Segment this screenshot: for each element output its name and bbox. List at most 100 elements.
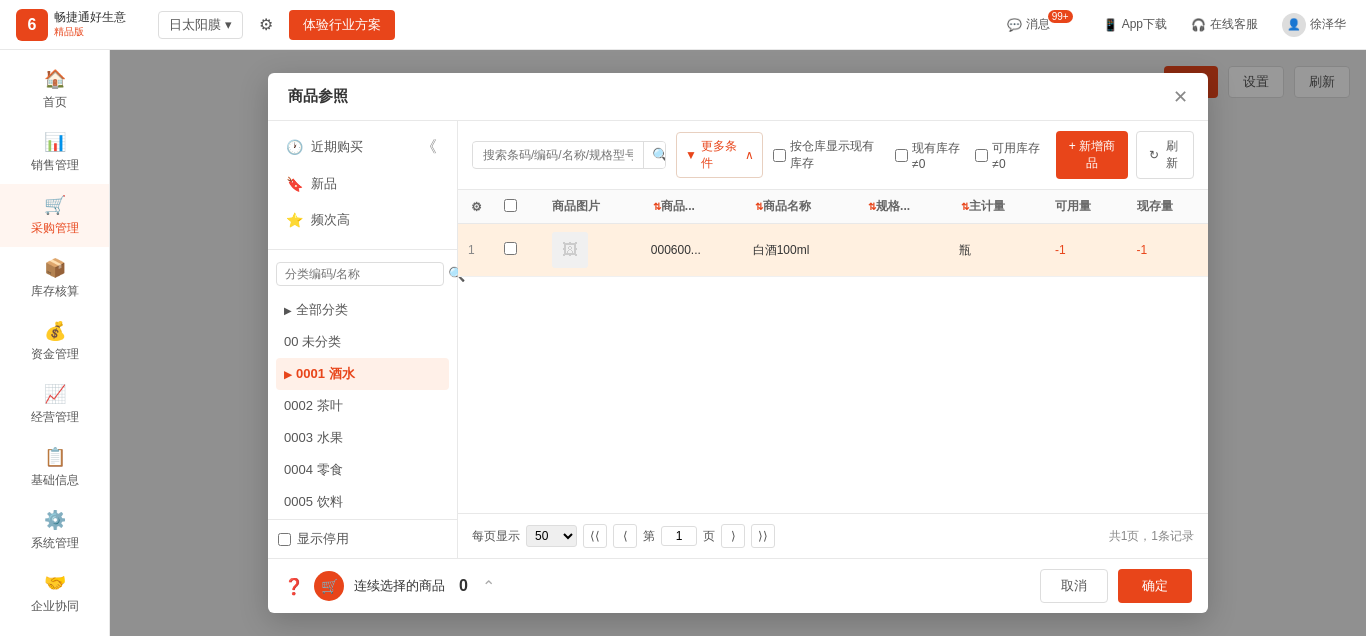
sidebar-item-sales[interactable]: 📊 销售管理 bbox=[0, 121, 109, 184]
help-icon[interactable]: ❓ bbox=[284, 577, 304, 596]
cell-unit: 瓶 bbox=[949, 224, 1045, 277]
select-all-checkbox[interactable] bbox=[504, 199, 517, 212]
nav-dropdown[interactable]: 日太阳膜 ▾ bbox=[158, 11, 243, 39]
modal-tab-recent[interactable]: 🕐 近期购买 《 bbox=[276, 129, 449, 165]
modal-left-panel: 🕐 近期购买 《 🔖 新品 ⭐ 频次高 bbox=[268, 121, 458, 558]
headset-icon: 🎧 bbox=[1191, 18, 1206, 32]
add-product-btn[interactable]: + 新增商品 bbox=[1056, 131, 1129, 179]
nav-right: 💬 消息 99+ 📱 App下载 🎧 在线客服 👤 徐泽华 bbox=[1003, 9, 1350, 41]
footer-collapse-btn[interactable]: ⌃ bbox=[482, 577, 495, 596]
app-download-btn[interactable]: 📱 App下载 bbox=[1099, 12, 1171, 37]
chevron-down-icon: ▾ bbox=[225, 17, 232, 32]
operations-icon: 📈 bbox=[44, 383, 66, 405]
show-disabled-label[interactable]: 显示停用 bbox=[297, 530, 349, 548]
sales-icon: 📊 bbox=[44, 131, 66, 153]
category-snack[interactable]: 0004 零食 bbox=[276, 454, 449, 486]
inventory-icon: 📦 bbox=[44, 257, 66, 279]
avatar: 👤 bbox=[1282, 13, 1306, 37]
logo-sub: 精品版 bbox=[54, 25, 126, 39]
modal-left-tabs: 🕐 近期购买 《 🔖 新品 ⭐ 频次高 bbox=[268, 121, 457, 245]
modal-left-search: 🔍 bbox=[268, 254, 457, 294]
modal-close-btn[interactable]: ✕ bbox=[1173, 88, 1188, 106]
current-stock-checkbox[interactable] bbox=[895, 149, 908, 162]
sidebar-item-finance[interactable]: 💰 资金管理 bbox=[0, 310, 109, 373]
sidebar-item-basic-info[interactable]: 📋 基础信息 bbox=[0, 436, 109, 499]
warehouse-filter[interactable]: 按仓库显示现有库存 bbox=[773, 138, 885, 172]
category-beverage[interactable]: 0005 饮料 bbox=[276, 486, 449, 518]
home-icon: 🏠 bbox=[44, 68, 66, 90]
phone-icon: 📱 bbox=[1103, 18, 1118, 32]
category-list: ▶ 全部分类 00 未分类 ▶ 0001 酒水 0002 茶 bbox=[268, 294, 457, 519]
user-profile-btn[interactable]: 👤 徐泽华 bbox=[1278, 9, 1350, 41]
available-stock-filter[interactable]: 可用库存≠0 bbox=[975, 140, 1045, 171]
category-liquor[interactable]: ▶ 0001 酒水 bbox=[276, 358, 449, 390]
sidebar-item-inventory[interactable]: 📦 库存核算 bbox=[0, 247, 109, 310]
message-btn[interactable]: 💬 消息 99+ bbox=[1003, 12, 1083, 37]
category-tea[interactable]: 0002 茶叶 bbox=[276, 390, 449, 422]
logo-icon: 6 bbox=[16, 9, 48, 41]
modal-toolbar: 🔍 ▼ 更多条件 ∧ 按仓库显示现有库存 bbox=[458, 121, 1208, 190]
cart-btn[interactable]: 🛒 bbox=[314, 571, 344, 601]
modal-right-panel: 🔍 ▼ 更多条件 ∧ 按仓库显示现有库存 bbox=[458, 121, 1208, 558]
refresh-btn[interactable]: ↻ 刷新 bbox=[1136, 131, 1194, 179]
gear-nav-icon[interactable]: ⚙ bbox=[255, 11, 277, 38]
sidebar-item-guide[interactable]: 🎯 新手引导 bbox=[0, 625, 109, 636]
col-available: 可用量 bbox=[1045, 190, 1126, 224]
category-search-input[interactable] bbox=[276, 262, 444, 286]
collapse-left-btn[interactable]: 《 bbox=[419, 137, 439, 157]
trial-btn[interactable]: 体验行业方案 bbox=[289, 10, 395, 40]
available-stock-checkbox[interactable] bbox=[975, 149, 988, 162]
warehouse-stock-checkbox[interactable] bbox=[773, 149, 786, 162]
finance-icon: 💰 bbox=[44, 320, 66, 342]
current-stock-filter[interactable]: 现有库存≠0 bbox=[895, 140, 965, 171]
modal-pagination: 每页显示 20 50 100 ⟨⟨ ⟨ 第 页 ⟩ bbox=[458, 513, 1208, 558]
last-page-btn[interactable]: ⟩⟩ bbox=[751, 524, 775, 548]
category-uncategorized[interactable]: 00 未分类 bbox=[276, 326, 449, 358]
message-icon: 💬 bbox=[1007, 18, 1022, 32]
refresh-icon: ↻ bbox=[1149, 148, 1159, 162]
next-page-btn[interactable]: ⟩ bbox=[721, 524, 745, 548]
show-disabled-checkbox[interactable] bbox=[278, 533, 291, 546]
recent-icon: 🕐 bbox=[286, 139, 303, 155]
top-nav: 6 畅捷通好生意 精品版 日太阳膜 ▾ ⚙ 体验行业方案 💬 消息 99+ 📱 … bbox=[0, 0, 1366, 50]
col-code[interactable]: ⇅商品... bbox=[641, 190, 743, 224]
cell-code: 000600... bbox=[641, 224, 743, 277]
frequent-icon: ⭐ bbox=[286, 212, 303, 228]
category-all[interactable]: ▶ 全部分类 bbox=[276, 294, 449, 326]
category-fruit[interactable]: 0003 水果 bbox=[276, 422, 449, 454]
logo-text: 畅捷通好生意 bbox=[54, 10, 126, 26]
cancel-btn[interactable]: 取消 bbox=[1040, 569, 1108, 603]
first-page-btn[interactable]: ⟨⟨ bbox=[583, 524, 607, 548]
col-checkbox[interactable] bbox=[494, 190, 542, 224]
row-checkbox[interactable] bbox=[504, 242, 517, 255]
col-name[interactable]: ⇅商品名称 bbox=[743, 190, 856, 224]
cell-checkbox[interactable] bbox=[494, 224, 542, 277]
sort-icon-name: ⇅ bbox=[755, 201, 763, 212]
sidebar-item-home[interactable]: 🏠 首页 bbox=[0, 58, 109, 121]
confirm-btn[interactable]: 确定 bbox=[1118, 569, 1192, 603]
col-spec[interactable]: ⇅规格... bbox=[856, 190, 949, 224]
modal-body: 🕐 近期购买 《 🔖 新品 ⭐ 频次高 bbox=[268, 121, 1208, 558]
product-search-btn[interactable]: 🔍 bbox=[643, 142, 666, 168]
prev-page-btn[interactable]: ⟨ bbox=[613, 524, 637, 548]
col-settings[interactable]: ⚙ bbox=[458, 190, 494, 224]
sidebar-item-system[interactable]: ⚙️ 系统管理 bbox=[0, 499, 109, 562]
toolbar-right: + 新增商品 ↻ 刷新 bbox=[1056, 131, 1194, 179]
sidebar-item-enterprise[interactable]: 🤝 企业协同 bbox=[0, 562, 109, 625]
expand-icon: ▶ bbox=[284, 305, 292, 316]
modal-tab-new[interactable]: 🔖 新品 bbox=[276, 167, 449, 201]
col-unit[interactable]: ⇅主计量 bbox=[949, 190, 1045, 224]
modal-tab-frequent[interactable]: ⭐ 频次高 bbox=[276, 203, 449, 237]
product-search-input[interactable] bbox=[473, 143, 643, 167]
table-row[interactable]: 1 🖼 000600... 白酒100ml bbox=[458, 224, 1208, 277]
more-filters-btn[interactable]: ▼ 更多条件 ∧ bbox=[676, 132, 763, 178]
main-layout: 🏠 首页 📊 销售管理 🛒 采购管理 📦 库存核算 💰 资金管理 📈 经营管理 … bbox=[0, 50, 1366, 636]
page-number-input[interactable] bbox=[661, 526, 697, 546]
page-size-select[interactable]: 20 50 100 bbox=[526, 525, 577, 547]
product-table-wrap: ⚙ 商品图片 ⇅商品... ⇅商品名称 bbox=[458, 190, 1208, 513]
chevron-up-icon: ∧ bbox=[745, 148, 754, 162]
online-service-btn[interactable]: 🎧 在线客服 bbox=[1187, 12, 1262, 37]
product-table: ⚙ 商品图片 ⇅商品... ⇅商品名称 bbox=[458, 190, 1208, 277]
sidebar-item-purchase[interactable]: 🛒 采购管理 bbox=[0, 184, 109, 247]
sidebar-item-operations[interactable]: 📈 经营管理 bbox=[0, 373, 109, 436]
